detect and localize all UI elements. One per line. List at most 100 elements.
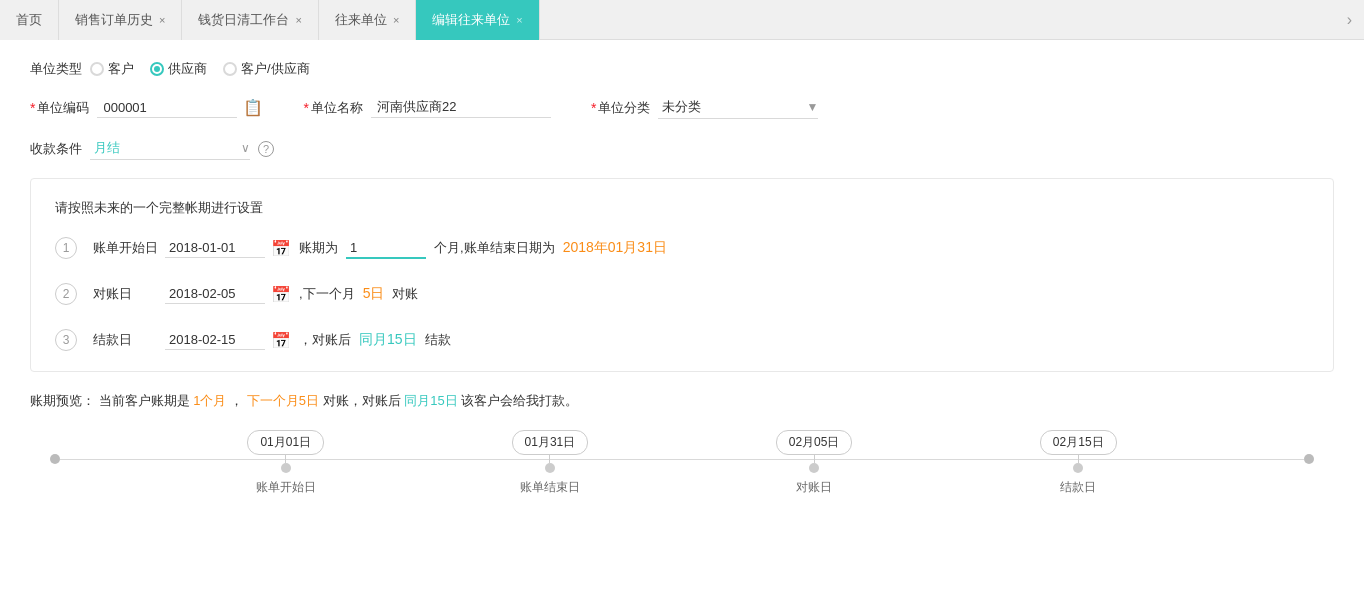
unit-info-row: * 单位编码 📋 * 单位名称 * 单位分类 未分类 ▼ <box>30 96 1334 119</box>
node-bottom-0215: 结款日 <box>1060 479 1096 496</box>
period-calendar-icon-2[interactable]: 📅 <box>271 285 291 304</box>
radio-customer-circle <box>90 62 104 76</box>
main-content: 单位类型 客户 供应商 客户/供应商 * 单位编码 📋 * 单位名称 <box>0 40 1364 608</box>
step-2-num: 2 <box>63 287 70 301</box>
unit-code-icon[interactable]: 📋 <box>243 98 263 117</box>
preview-highlight3: 同月15日 <box>404 393 457 408</box>
preview-label: 账期预览： <box>30 393 95 408</box>
unit-name-group: * 单位名称 <box>303 98 550 118</box>
preview-text3: 对账，对账后 <box>323 393 401 408</box>
period-card: 请按照未来的一个完整帐期进行设置 1 账单开始日 📅 账期为 个月,账单结束日期… <box>30 178 1334 372</box>
radio-customer-label: 客户 <box>108 60 134 78</box>
period-suffix-text-2: 对账 <box>392 285 418 303</box>
unit-type-row: 单位类型 客户 供应商 客户/供应商 <box>30 60 1334 78</box>
tab-home[interactable]: 首页 <box>0 0 59 40</box>
period-highlight-1: 2018年01月31日 <box>563 239 667 257</box>
preview-text: 账期预览： 当前客户账期是 1个月 ， 下一个月5日 对账，对账后 同月15日 … <box>30 392 1334 410</box>
start-dot <box>50 454 60 464</box>
unit-classify-value: 未分类 <box>658 96 802 118</box>
period-prefix-text-3: ，对账后 <box>299 331 351 349</box>
unit-name-input[interactable] <box>371 98 551 118</box>
period-field-label-2: 对账日 <box>93 285 153 303</box>
tab-cash-work[interactable]: 钱货日清工作台 × <box>182 0 318 40</box>
tabs-bar: 首页 销售订单历史 × 钱货日清工作台 × 往来单位 × 编辑往来单位 × › <box>0 0 1364 40</box>
tab-partner-unit[interactable]: 往来单位 × <box>319 0 416 40</box>
period-prefix-text-2: ,下一个月 <box>299 285 355 303</box>
period-num-input-1[interactable] <box>346 238 426 259</box>
radio-both-circle <box>223 62 237 76</box>
tab-sales-order-history[interactable]: 销售订单历史 × <box>59 0 182 40</box>
period-row-3: 3 结款日 📅 ，对账后 同月15日 结款 <box>55 329 1309 351</box>
node-label-0215: 02月15日 <box>1040 430 1117 455</box>
period-field-label-1: 账单开始日 <box>93 239 153 257</box>
tab-edit-partner-unit-close[interactable]: × <box>516 14 522 26</box>
step-1-num: 1 <box>63 241 70 255</box>
node-stem-0205 <box>814 455 815 463</box>
tab-cash-work-label: 钱货日清工作台 <box>198 11 289 29</box>
unit-code-input[interactable] <box>97 98 237 118</box>
unit-name-label: 单位名称 <box>311 99 363 117</box>
radio-customer[interactable]: 客户 <box>90 60 134 78</box>
node-dot-0131 <box>545 463 555 473</box>
tab-partner-unit-close[interactable]: × <box>393 14 399 26</box>
preview-highlight2: 下一个月5日 <box>247 393 319 408</box>
timeline-node-0215: 02月15日 结款日 <box>1040 430 1117 496</box>
tabs-right-arrow[interactable]: › <box>1335 11 1364 29</box>
timeline-nodes: 01月01日 账单开始日 01月31日 账单结束日 02月05日 <box>50 430 1314 496</box>
step-3: 3 <box>55 329 77 351</box>
timeline-node-0205: 02月05日 对账日 <box>776 430 853 496</box>
payment-condition-row: 收款条件 月结 ∨ ? <box>30 137 1334 160</box>
tab-edit-partner-unit[interactable]: 编辑往来单位 × <box>416 0 539 40</box>
unit-code-required: * <box>30 100 35 116</box>
period-date-input-1[interactable] <box>165 238 265 258</box>
preview-highlight1: 1个月 <box>193 393 226 408</box>
period-date-input-3[interactable] <box>165 330 265 350</box>
unit-classify-arrow: ▼ <box>806 100 818 114</box>
preview-section: 账期预览： 当前客户账期是 1个月 ， 下一个月5日 对账，对账后 同月15日 … <box>30 392 1334 516</box>
unit-type-radio-group: 客户 供应商 客户/供应商 <box>90 60 310 78</box>
period-highlight-3: 同月15日 <box>359 331 417 349</box>
node-dot-0205 <box>809 463 819 473</box>
timeline-node-0131: 01月31日 账单结束日 <box>512 430 589 496</box>
tab-sales-order-history-close[interactable]: × <box>159 14 165 26</box>
unit-type-label: 单位类型 <box>30 60 82 78</box>
node-bottom-0101: 账单开始日 <box>256 479 316 496</box>
node-stem-0215 <box>1078 455 1079 463</box>
node-dot-0215 <box>1073 463 1083 473</box>
timeline-node-0101: 01月01日 账单开始日 <box>247 430 324 496</box>
period-highlight-2: 5日 <box>363 285 385 303</box>
payment-condition-help-icon[interactable]: ? <box>258 141 274 157</box>
tab-partner-unit-label: 往来单位 <box>335 11 387 29</box>
radio-supplier-label: 供应商 <box>168 60 207 78</box>
node-bottom-0131: 账单结束日 <box>520 479 580 496</box>
payment-condition-value: 月结 <box>90 137 237 159</box>
period-calendar-icon-1[interactable]: 📅 <box>271 239 291 258</box>
period-field-label-3: 结款日 <box>93 331 153 349</box>
unit-code-group: * 单位编码 📋 <box>30 98 263 118</box>
unit-classify-group: * 单位分类 未分类 ▼ <box>591 96 818 119</box>
preview-text1: 当前客户账期是 <box>99 393 190 408</box>
period-calendar-icon-3[interactable]: 📅 <box>271 331 291 350</box>
payment-condition-arrow: ∨ <box>241 141 250 155</box>
timeline-end-dot <box>1304 430 1314 464</box>
period-mid-text-1: 账期为 <box>299 239 338 257</box>
radio-both[interactable]: 客户/供应商 <box>223 60 310 78</box>
end-dot <box>1304 454 1314 464</box>
radio-supplier[interactable]: 供应商 <box>150 60 207 78</box>
period-unit-text-1: 个月,账单结束日期为 <box>434 239 555 257</box>
period-date-input-2[interactable] <box>165 284 265 304</box>
unit-classify-select[interactable]: 未分类 ▼ <box>658 96 818 119</box>
step-2: 2 <box>55 283 77 305</box>
node-dot-0101 <box>281 463 291 473</box>
unit-classify-required: * <box>591 100 596 116</box>
radio-both-label: 客户/供应商 <box>241 60 310 78</box>
unit-code-label: 单位编码 <box>37 99 89 117</box>
radio-supplier-circle <box>150 62 164 76</box>
node-label-0101: 01月01日 <box>247 430 324 455</box>
tab-cash-work-close[interactable]: × <box>295 14 301 26</box>
period-card-title: 请按照未来的一个完整帐期进行设置 <box>55 199 1309 217</box>
payment-condition-select[interactable]: 月结 ∨ <box>90 137 250 160</box>
step-1: 1 <box>55 237 77 259</box>
period-row-1: 1 账单开始日 📅 账期为 个月,账单结束日期为 2018年01月31日 <box>55 237 1309 259</box>
preview-text4: 该客户会给我打款。 <box>461 393 578 408</box>
